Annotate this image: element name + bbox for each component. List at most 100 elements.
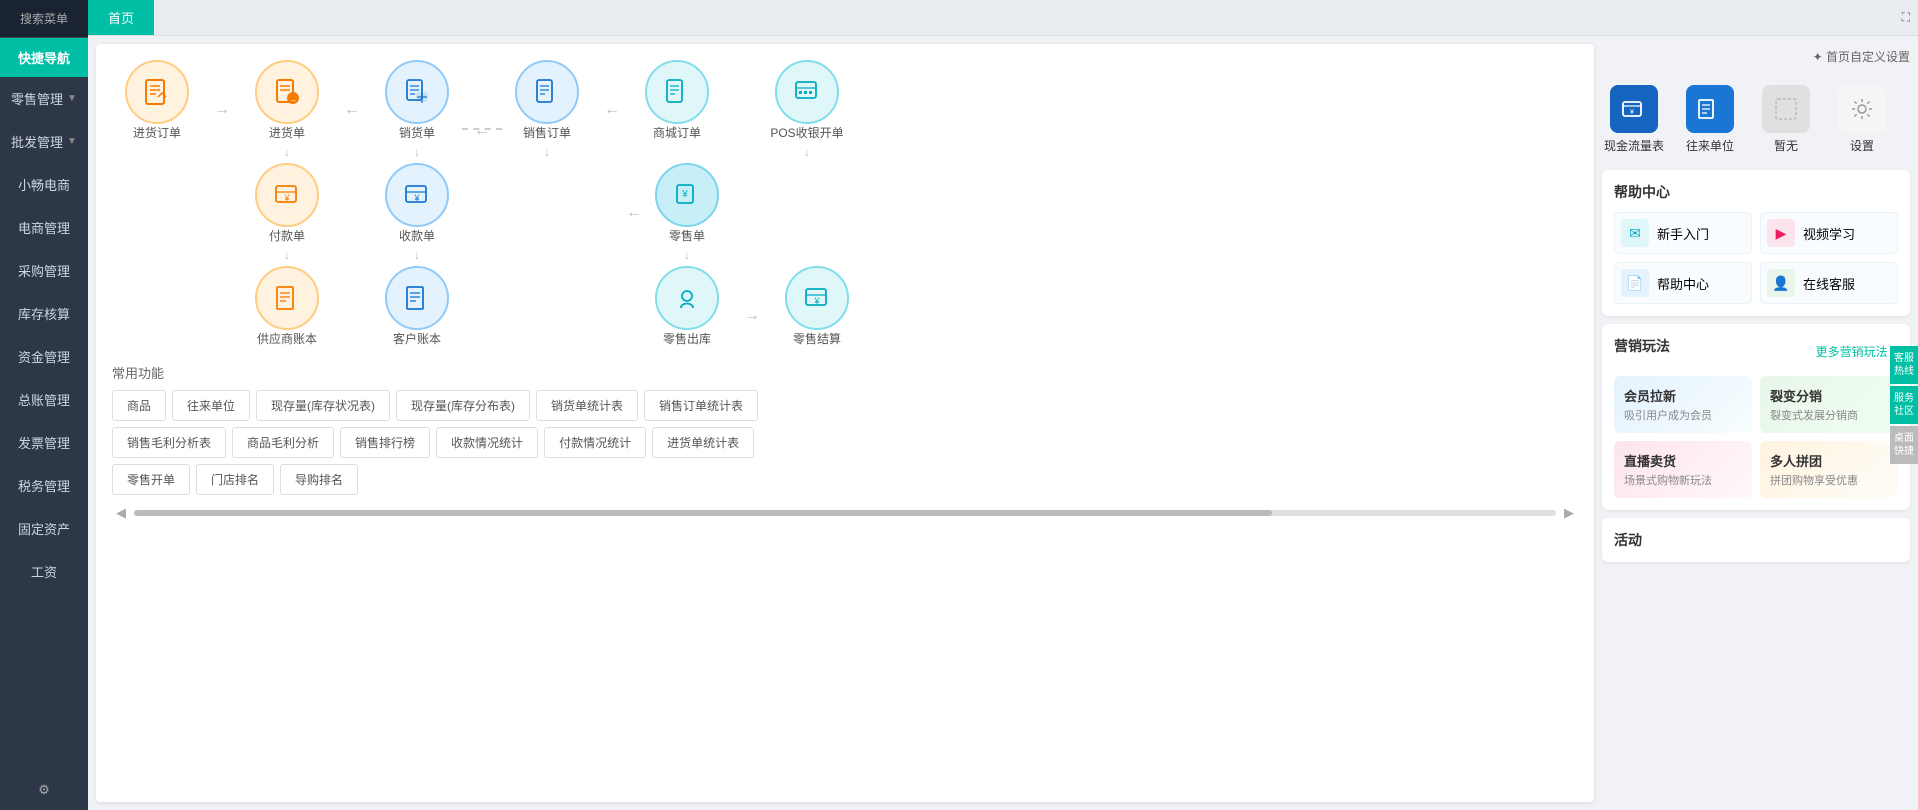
sidebar-item-ledger[interactable]: 总账管理 — [0, 378, 88, 421]
func-btn-sales-stat[interactable]: 销货单统计表 — [536, 390, 638, 421]
quick-icon-cashflow[interactable]: ¥ 现金流量表 — [1602, 85, 1666, 154]
sidebar-item-invoice[interactable]: 发票管理 — [0, 421, 88, 464]
workflow-node-receipt[interactable]: ¥ 收款单 — [372, 163, 462, 244]
customize-settings-bar[interactable]: ✦ 首页自定义设置 — [1602, 44, 1910, 69]
workflow-node-purchase-order[interactable]: 进货订单 — [112, 60, 202, 141]
node-icon-pos — [775, 60, 839, 124]
marketing-item-member-title: 会员拉新 — [1624, 386, 1742, 405]
sidebar-item-wholesale[interactable]: 批发管理 ▼ — [0, 120, 88, 163]
sidebar-item-payroll[interactable]: 工资 — [0, 550, 88, 593]
beginner-label: 新手入门 — [1657, 224, 1709, 243]
float-buttons: 客服热线 服务社区 桌面快捷 — [1890, 346, 1918, 464]
tab-home[interactable]: 首页 — [88, 0, 154, 35]
sidebar-settings-button[interactable]: ⚙ — [0, 770, 88, 810]
func-btn-sales-rank[interactable]: 销售排行榜 — [340, 427, 430, 458]
func-btn-stock-status[interactable]: 现存量(库存状况表) — [256, 390, 390, 421]
float-btn-service[interactable]: 客服热线 — [1890, 346, 1918, 384]
sidebar-item-label: 采购管理 — [18, 261, 70, 280]
sidebar-item-label: 零售管理 — [11, 89, 63, 108]
func-btn-units[interactable]: 往来单位 — [172, 390, 250, 421]
workflow-node-retail-out[interactable]: 零售出库 — [642, 266, 732, 347]
marketing-more-link[interactable]: 更多营销玩法 > — [1816, 343, 1898, 360]
quick-icon-none[interactable]: 暂无 — [1754, 85, 1818, 154]
v-arrow-sales-order: ↓ — [502, 145, 592, 159]
sidebar-item-label: 库存核算 — [18, 304, 70, 323]
marketing-item-fission[interactable]: 裂变分销 裂变式发展分销商 — [1760, 376, 1898, 433]
sidebar-item-purchase[interactable]: 采购管理 — [0, 249, 88, 292]
workflow-node-purchase[interactable]: → 进货单 — [242, 60, 332, 141]
help-item-help[interactable]: 📄 帮助中心 — [1614, 262, 1752, 304]
quick-icon-units[interactable]: 往来单位 — [1678, 85, 1742, 154]
func-btn-receipt-stat[interactable]: 收款情况统计 — [436, 427, 538, 458]
help-item-service[interactable]: 👤 在线客服 — [1760, 262, 1898, 304]
fullscreen-icon[interactable]: ⛶ — [1902, 10, 1910, 24]
quick-icon-settings[interactable]: 设置 — [1830, 85, 1894, 154]
help-item-beginner[interactable]: ✉ 新手入门 — [1614, 212, 1752, 254]
common-functions: 常用功能 商品 往来单位 现存量(库存状况表) 现存量(库存分布表) 销货单统计… — [112, 363, 1578, 495]
scroll-track[interactable] — [134, 510, 1556, 516]
float-btn-desktop[interactable]: 桌面快捷 — [1890, 426, 1918, 464]
workflow-node-mall-order[interactable]: 商城订单 — [632, 60, 722, 141]
sidebar-item-tax[interactable]: 税务管理 — [0, 464, 88, 507]
spacer — [592, 145, 632, 159]
marketing-title: 营销玩法 — [1614, 336, 1670, 356]
svg-text:¥: ¥ — [1630, 109, 1634, 116]
spacer — [202, 145, 242, 159]
workflow-node-sales[interactable]: 销货单 — [372, 60, 462, 141]
func-btn-retail-order[interactable]: 零售开单 — [112, 464, 190, 495]
sidebar-item-ecom-small[interactable]: 小畅电商 — [0, 163, 88, 206]
node-icon-retail-out — [655, 266, 719, 330]
help-item-video[interactable]: ▶ 视频学习 — [1760, 212, 1898, 254]
sidebar-item-label: 发票管理 — [18, 433, 70, 452]
tab-bar: 首页 ⛶ — [88, 0, 1918, 36]
sidebar-item-label: 批发管理 — [11, 132, 63, 151]
node-label-mall-order: 商城订单 — [653, 124, 701, 141]
scroll-right-arrow[interactable]: ▶ — [1560, 503, 1578, 523]
workflow-node-customer-book[interactable]: 客户账本 — [372, 266, 462, 347]
workflow-node-retail[interactable]: ¥ 零售单 — [642, 163, 732, 244]
func-btn-goods-profit[interactable]: 商品毛利分析 — [232, 427, 334, 458]
func-btn-stock-dist[interactable]: 现存量(库存分布表) — [396, 390, 530, 421]
units-label: 往来单位 — [1686, 137, 1734, 154]
content-area: 进货订单 → → 进货单 ← — [88, 36, 1918, 810]
sidebar-item-finance[interactable]: 资金管理 — [0, 335, 88, 378]
arrow-order-to-sales: ← — [462, 128, 502, 130]
workflow-node-retail-settlement[interactable]: ¥ 零售结算 — [772, 266, 862, 347]
workflow-node-sales-order[interactable]: 销售订单 — [502, 60, 592, 141]
help-icon-item: 📄 — [1621, 269, 1649, 297]
func-btn-guide-rank[interactable]: 导购排名 — [280, 464, 358, 495]
spacer — [332, 248, 372, 262]
func-buttons-row1: 商品 往来单位 现存量(库存状况表) 现存量(库存分布表) 销货单统计表 销售订… — [112, 390, 1578, 421]
video-label: 视频学习 — [1803, 224, 1855, 243]
service-label: 在线客服 — [1803, 274, 1855, 293]
func-buttons-row2: 销售毛利分析表 商品毛利分析 销售排行榜 收款情况统计 付款情况统计 进货单统计… — [112, 427, 1578, 458]
func-btn-sales-profit[interactable]: 销售毛利分析表 — [112, 427, 226, 458]
scroll-left-arrow[interactable]: ◀ — [112, 503, 130, 523]
workflow-node-payment[interactable]: ¥ 付款单 — [242, 163, 332, 244]
func-btn-purchase-stat[interactable]: 进货单统计表 — [652, 427, 754, 458]
func-btn-payment-stat[interactable]: 付款情况统计 — [544, 427, 646, 458]
func-btn-store-rank[interactable]: 门店排名 — [196, 464, 274, 495]
settings-icon-box — [1838, 85, 1886, 133]
sidebar-item-ecom[interactable]: 电商管理 — [0, 206, 88, 249]
marketing-item-live[interactable]: 直播卖货 场景式购物新玩法 — [1614, 441, 1752, 498]
func-btn-goods[interactable]: 商品 — [112, 390, 166, 421]
sidebar-search[interactable]: 搜索菜单 — [0, 0, 88, 38]
settings-icon: ⚙ — [38, 782, 50, 797]
node-label-customer-book: 客户账本 — [393, 330, 441, 347]
workflow-node-supplier-book[interactable]: 供应商账本 — [242, 266, 332, 347]
sidebar-item-inventory[interactable]: 库存核算 — [0, 292, 88, 335]
marketing-item-member[interactable]: 会员拉新 吸引用户成为会员 — [1614, 376, 1752, 433]
node-icon-purchase: → — [255, 60, 319, 124]
spacer — [632, 145, 722, 159]
sidebar-item-assets[interactable]: 固定资产 — [0, 507, 88, 550]
workflow-node-pos[interactable]: POS收银开单 — [762, 60, 852, 141]
sidebar-item-retail[interactable]: 零售管理 ▼ — [0, 77, 88, 120]
node-label-retail: 零售单 — [669, 227, 705, 244]
help-center-title: 帮助中心 — [1614, 182, 1898, 202]
func-btn-sales-order-stat[interactable]: 销售订单统计表 — [644, 390, 758, 421]
none-label: 暂无 — [1774, 137, 1798, 154]
marketing-item-group[interactable]: 多人拼团 拼团购物享受优惠 — [1760, 441, 1898, 498]
float-btn-community[interactable]: 服务社区 — [1890, 386, 1918, 424]
sidebar-item-label: 工资 — [31, 562, 57, 581]
